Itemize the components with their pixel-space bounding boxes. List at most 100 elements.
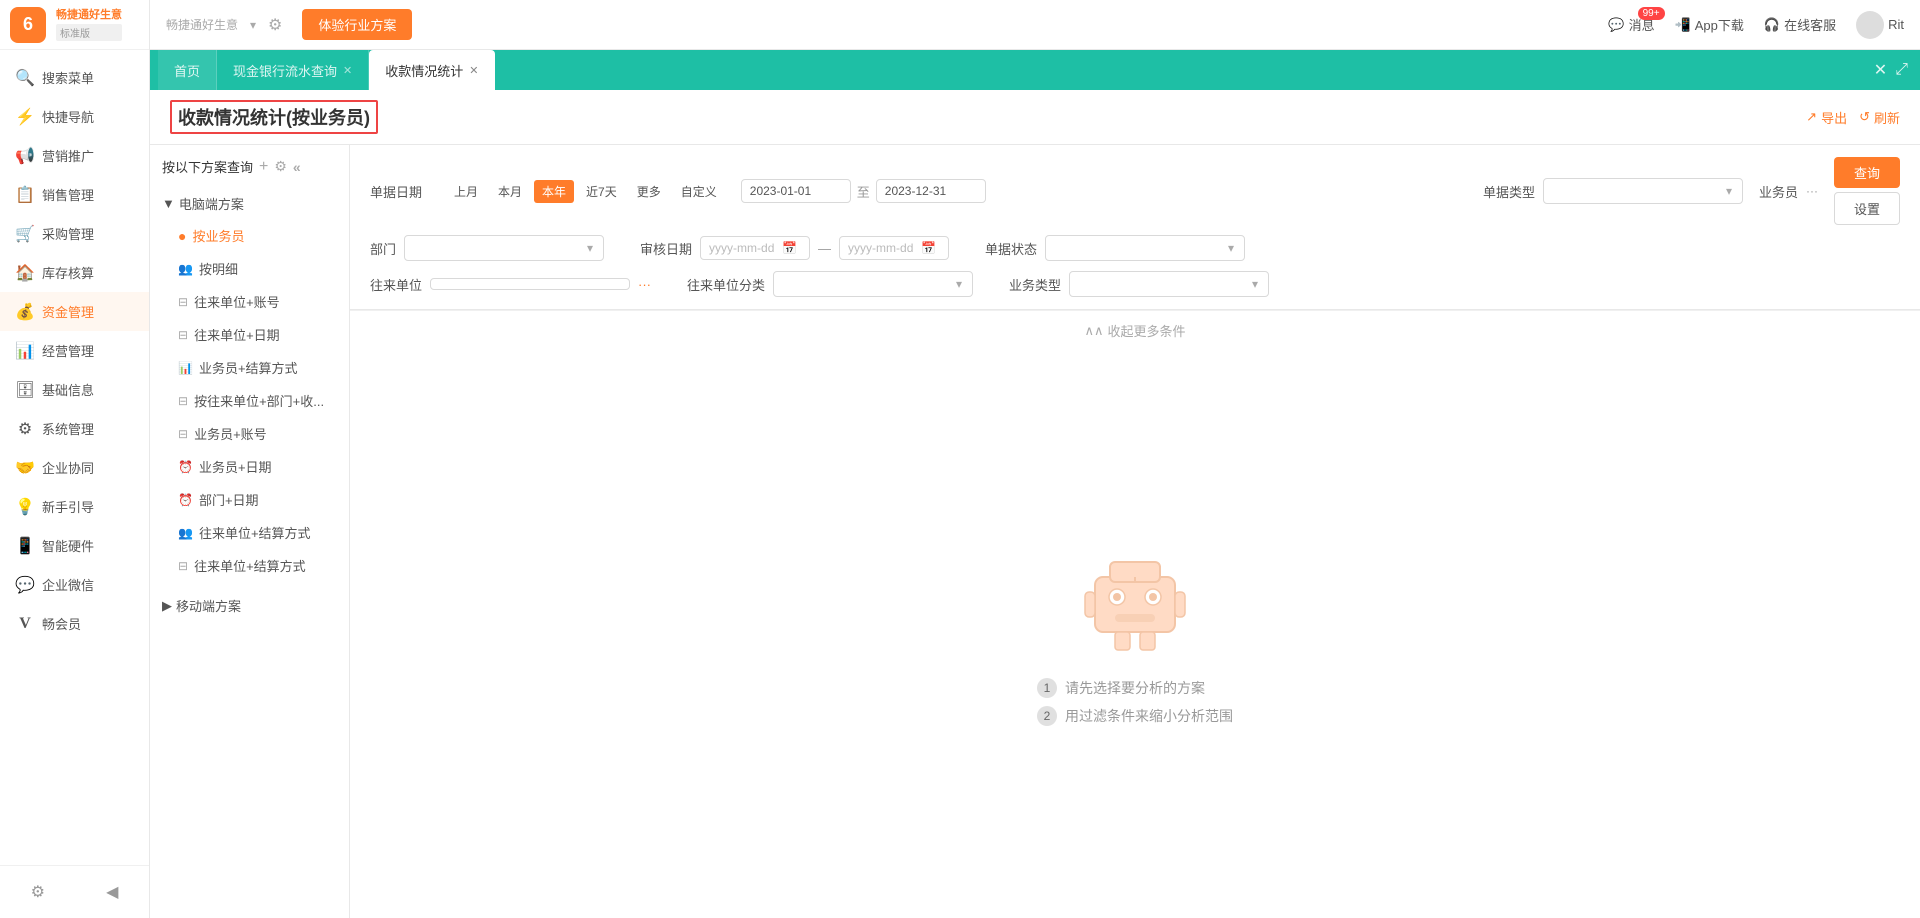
date-to-input[interactable]: 2023-12-31 <box>876 179 986 203</box>
biz-type-select[interactable]: ▾ <box>1069 271 1269 297</box>
unit-category-label: 往来单位分类 <box>687 275 765 294</box>
collapse-label: 收起更多条件 <box>1108 321 1186 340</box>
scheme-item-unit-settle1[interactable]: 👥 往来单位+结算方式 <box>150 516 349 549</box>
scheme-item-unit-settle2[interactable]: ⊟ 往来单位+结算方式 <box>150 549 349 582</box>
query-button[interactable]: 查询 <box>1834 157 1900 188</box>
sidebar-item-marketing[interactable]: 📢 营销推广 <box>0 136 149 175</box>
date-tab-this-year[interactable]: 本年 <box>534 180 574 203</box>
sidebar-item-label: 经营管理 <box>42 341 94 360</box>
doc-status-select[interactable]: ▾ <box>1045 235 1245 261</box>
sidebar-item-enterprise[interactable]: 🤝 企业协同 <box>0 448 149 487</box>
topbar-right-actions: 💬 消息 99+ 📲 App下载 🎧 在线客服 Rit <box>1608 11 1904 39</box>
sidebar-settings-btn[interactable]: ⚙ <box>25 876 51 908</box>
date-tab-this-month[interactable]: 本月 <box>490 180 530 203</box>
user-avatar-area[interactable]: Rit <box>1856 11 1904 39</box>
app-download-button[interactable]: 📲 App下载 <box>1675 15 1744 34</box>
sidebar-item-label: 企业微信 <box>42 575 94 594</box>
page-actions: ↗ 导出 ↺ 刷新 <box>1806 108 1900 127</box>
scheme-setting-btn[interactable]: ⚙ <box>274 158 287 175</box>
page-header: 收款情况统计(按业务员) ↗ 导出 ↺ 刷新 <box>150 90 1920 145</box>
date-tab-more[interactable]: 更多 <box>629 180 669 203</box>
sidebar-item-system[interactable]: ⚙ 系统管理 <box>0 409 149 448</box>
tab-bank-flow[interactable]: 现金银行流水查询 ✕ <box>217 50 369 90</box>
salesperson-more-btn[interactable]: ··· <box>1806 184 1818 198</box>
sidebar-bottom: ⚙ ◀ <box>0 865 149 918</box>
scheme-item-unit-account[interactable]: ⊟ 往来单位+账号 <box>150 285 349 318</box>
service-label: 在线客服 <box>1784 15 1836 34</box>
trial-button[interactable]: 体验行业方案 <box>302 9 412 40</box>
quick-nav-icon: ⚡ <box>16 108 34 126</box>
scheme-item-dept-date[interactable]: ⏰ 部门+日期 <box>150 483 349 516</box>
topbar-chevron-icon[interactable]: ▾ <box>250 18 256 32</box>
tab-bank-flow-label: 现金银行流水查询 <box>233 61 337 80</box>
sidebar-item-purchase[interactable]: 🛒 采购管理 <box>0 214 149 253</box>
sidebar-item-quick-nav[interactable]: ⚡ 快捷导航 <box>0 97 149 136</box>
unit-category-select[interactable]: ▾ <box>773 271 973 297</box>
date-tab-custom[interactable]: 自定义 <box>673 180 725 203</box>
unit-more-btn[interactable]: ··· <box>638 277 651 292</box>
sidebar-item-wechat[interactable]: 💬 企业微信 <box>0 565 149 604</box>
scheme-item-by-salesperson[interactable]: ● 按业务员 <box>150 219 349 252</box>
refresh-button[interactable]: ↺ 刷新 <box>1859 108 1900 127</box>
date-tabs: 上月 本月 本年 近7天 更多 自定义 <box>446 180 725 203</box>
unit-select[interactable] <box>430 278 630 290</box>
doc-type-select[interactable]: ▾ <box>1543 178 1743 204</box>
sidebar-item-basic[interactable]: 🗄 基础信息 <box>0 370 149 409</box>
sidebar-collapse-btn[interactable]: ◀ <box>100 876 124 908</box>
scheme-item-salesperson-account[interactable]: ⊟ 业务员+账号 <box>150 417 349 450</box>
tab-maximize-btn[interactable]: ⤢ <box>1895 61 1908 79</box>
collapse-button[interactable]: ∧∧ 收起更多条件 <box>1084 321 1185 340</box>
sidebar-item-search[interactable]: 🔍 搜索菜单 <box>0 58 149 97</box>
add-scheme-btn[interactable]: + <box>259 158 268 176</box>
left-panel: 按以下方案查询 + ⚙ « ▼ 电脑端方案 ● 按业务员 👥 按明细 <box>150 145 350 918</box>
date-tab-last-month[interactable]: 上月 <box>446 180 486 203</box>
tab-collection-stats[interactable]: 收款情况统计 ✕ <box>369 50 495 90</box>
sidebar-item-label: 畅会员 <box>42 614 81 633</box>
sidebar-item-operation[interactable]: 📊 经营管理 <box>0 331 149 370</box>
doc-status-filter-group: 单据状态 ▾ <box>985 235 1245 261</box>
user-name: Rit <box>1888 17 1904 32</box>
date-from-input[interactable]: 2023-01-01 <box>741 179 851 203</box>
message-button[interactable]: 💬 消息 99+ <box>1608 15 1654 34</box>
tab-bank-flow-close[interactable]: ✕ <box>343 64 352 77</box>
refresh-label: 刷新 <box>1874 108 1900 127</box>
sidebar-item-hardware[interactable]: 📱 智能硬件 <box>0 526 149 565</box>
tip-text-1: 请先选择要分析的方案 <box>1065 678 1205 698</box>
tab-home-label: 首页 <box>174 61 200 80</box>
tab-collection-stats-close[interactable]: ✕ <box>469 64 478 77</box>
doc-status-chevron: ▾ <box>1228 241 1234 255</box>
scheme-item-salesperson-settle[interactable]: 📊 业务员+结算方式 <box>150 351 349 384</box>
review-date-to[interactable]: yyyy-mm-dd 📅 <box>839 236 949 260</box>
scheme-item-label: 部门+日期 <box>199 490 259 509</box>
desktop-scheme-group: ▼ 电脑端方案 ● 按业务员 👥 按明细 ⊟ 往来单位+账号 ⊟ 往来单位 <box>150 184 349 586</box>
scheme-item-label: 往来单位+结算方式 <box>199 523 311 542</box>
sidebar-item-inventory[interactable]: 🏠 库存核算 <box>0 253 149 292</box>
export-button[interactable]: ↗ 导出 <box>1806 108 1847 127</box>
scheme-collapse-btn[interactable]: « <box>293 159 301 175</box>
doc-status-label: 单据状态 <box>985 239 1037 258</box>
desktop-group-title[interactable]: ▼ 电脑端方案 <box>150 188 349 219</box>
date-tab-last7[interactable]: 近7天 <box>578 180 625 203</box>
scheme-item-label: 按业务员 <box>192 226 244 245</box>
mobile-scheme-group: ▶ 移动端方案 <box>150 586 349 625</box>
scheme-item-unit-date[interactable]: ⊟ 往来单位+日期 <box>150 318 349 351</box>
sidebar-item-member[interactable]: V 畅会员 <box>0 604 149 643</box>
desktop-group-label: 电脑端方案 <box>179 194 244 213</box>
scheme-item-by-detail[interactable]: 👥 按明细 <box>150 252 349 285</box>
setting-button[interactable]: 设置 <box>1834 192 1900 225</box>
scheme-item-salesperson-date[interactable]: ⏰ 业务员+日期 <box>150 450 349 483</box>
salesperson-icon: ● <box>178 228 186 244</box>
topbar-gear-icon[interactable]: ⚙ <box>268 15 282 35</box>
scheme-item-unit-dept-collect[interactable]: ⊟ 按往来单位+部门+收... <box>150 384 349 417</box>
dept-select[interactable]: ▾ <box>404 235 604 261</box>
review-date-from[interactable]: yyyy-mm-dd 📅 <box>700 236 810 260</box>
sidebar-item-guide[interactable]: 💡 新手引导 <box>0 487 149 526</box>
tab-home[interactable]: 首页 <box>158 50 217 90</box>
tab-close-btn[interactable]: ✕ <box>1874 60 1887 80</box>
sidebar-item-sales[interactable]: 📋 销售管理 <box>0 175 149 214</box>
sidebar-item-finance[interactable]: 💰 资金管理 <box>0 292 149 331</box>
online-service-button[interactable]: 🎧 在线客服 <box>1764 15 1836 34</box>
main-content: 畅捷通好生意 ▾ ⚙ 体验行业方案 💬 消息 99+ 📲 App下载 🎧 在线客… <box>150 0 1920 918</box>
mobile-group-title[interactable]: ▶ 移动端方案 <box>150 590 349 621</box>
scheme-item-label: 按明细 <box>199 259 238 278</box>
